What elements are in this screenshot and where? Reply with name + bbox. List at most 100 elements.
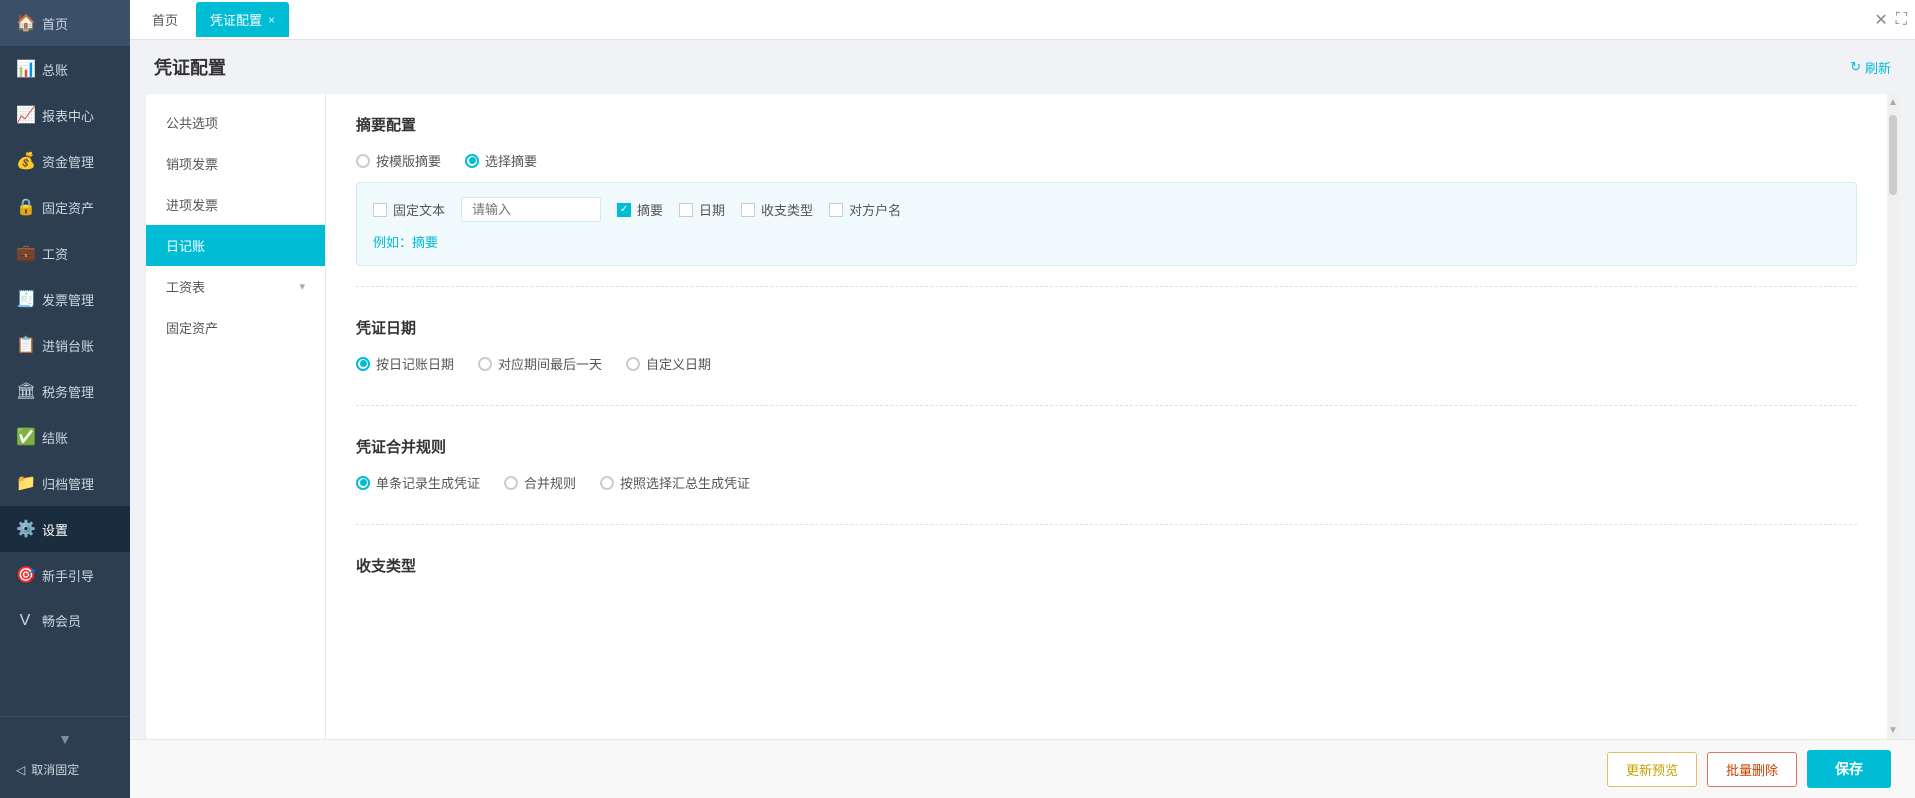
update-preview-button[interactable]: 更新预览 [1607,752,1697,787]
date-label: 日期 [699,200,725,219]
sidebar-icon-vip: V [16,612,34,630]
summary-select-option[interactable]: 选择摘要 [465,151,537,170]
sidebar-item-salary[interactable]: 💼工资 [0,230,130,276]
fixed-text-label: 固定文本 [393,200,445,219]
summary-radio-row: 按模版摘要 选择摘要 [356,151,1857,170]
sidebar-icon-report: 📈 [16,105,34,125]
abstract-checkbox[interactable]: ✓ [617,203,631,217]
single-option[interactable]: 单条记录生成凭证 [356,473,480,492]
single-radio[interactable] [356,476,370,490]
sidebar-item-settings[interactable]: ⚙️设置 [0,506,130,552]
close-window-icon[interactable]: ✕ [1874,10,1887,30]
left-menu-item-salary-table[interactable]: 工资表▾ [146,266,325,307]
scroll-up-btn[interactable]: ▲ [1885,94,1899,111]
sidebar-icon-home: 🏠 [16,13,34,33]
last-day-option[interactable]: 对应期间最后一天 [478,354,602,373]
sidebar-item-sales-ledger[interactable]: 📋 进销台账 [0,322,130,368]
counterpart-option[interactable]: 对方户名 [829,200,901,219]
pay-type-label: 收支类型 [761,200,813,219]
pay-type-checkbox[interactable] [741,203,755,217]
journal-date-label: 按日记账日期 [376,354,454,373]
sidebar-item-tax[interactable]: 🏛 税务管理 [0,368,130,414]
sidebar-item-vip[interactable]: V畅会员 [0,598,130,643]
last-day-radio[interactable] [478,357,492,371]
pay-type-option[interactable]: 收支类型 [741,200,813,219]
left-menu: 公共选项销项发票进项发票日记账工资表▾固定资产 [146,94,326,739]
sidebar-icon-sales-ledger: 📋 [16,335,34,355]
sidebar: 🏠首页 📊 总账 📈 报表中心 💰资金管理🔒固定资产💼工资🧾发票管理 📋 进销台账 🏛 税务管理 ✅… [0,0,130,798]
save-button[interactable]: 保存 [1807,750,1891,788]
sidebar-item-home[interactable]: 🏠首页 [0,0,130,46]
tab-bar: 首页 凭证配置 × ✕ ⛶ [130,0,1915,40]
summary-template-radio[interactable] [356,154,370,168]
batch-delete-button[interactable]: 批量删除 [1707,752,1797,787]
fixed-text-checkbox[interactable] [373,203,387,217]
counterpart-checkbox[interactable] [829,203,843,217]
scroll-down-btn[interactable]: ▼ [1885,722,1899,739]
sidebar-item-guide[interactable]: 🎯新手引导 [0,552,130,598]
sidebar-item-asset[interactable]: 🔒固定资产 [0,184,130,230]
sidebar-label-archive: 归档管理 [42,474,94,493]
sidebar-icon-fund: 💰 [16,151,34,171]
sidebar-icon-tax: 🏛 [16,381,34,401]
summary-template-option[interactable]: 按模版摘要 [356,151,441,170]
scroll-thumb[interactable] [1889,115,1897,195]
summary-select-radio[interactable] [465,154,479,168]
sidebar-pin-button[interactable]: ◁ 取消固定 [0,751,130,788]
custom-date-label: 自定义日期 [646,354,711,373]
merge-rule-option[interactable]: 合并规则 [504,473,576,492]
date-option[interactable]: 日期 [679,200,725,219]
custom-date-option[interactable]: 自定义日期 [626,354,711,373]
sidebar-label-sales-ledger: 进销台账 [42,336,94,355]
fullscreen-icon[interactable]: ⛶ [1896,11,1907,29]
sidebar-label-tax: 税务管理 [42,382,94,401]
custom-date-radio[interactable] [626,357,640,371]
sidebar-label-report: 报表中心 [42,106,94,125]
left-menu-item-fixed-assets[interactable]: 固定资产 [146,307,325,348]
select-merge-radio[interactable] [600,476,614,490]
sidebar-label-ledger: 总账 [42,60,68,79]
scrollbar[interactable]: ▲ ▼ [1887,94,1899,739]
tab-bar-actions: ✕ ⛶ [1874,10,1907,30]
select-merge-option[interactable]: 按照选择汇总生成凭证 [600,473,750,492]
last-day-label: 对应期间最后一天 [498,354,602,373]
date-checkbox[interactable] [679,203,693,217]
tab-close-voucher-config[interactable]: × [268,13,275,27]
sidebar-item-archive[interactable]: 📁归档管理 [0,460,130,506]
sidebar-item-ledger[interactable]: 📊 总账 [0,46,130,92]
right-content: 摘要配置 按模版摘要 选择摘要 固定文本 [326,94,1887,739]
refresh-button[interactable]: ↻ 刷新 [1850,58,1891,77]
sidebar-icon-asset: 🔒 [16,197,34,217]
tab-home[interactable]: 首页 [138,2,192,37]
income-type-section: 收支类型 [356,555,1857,612]
refresh-label: 刷新 [1865,58,1891,77]
merge-rule-radio[interactable] [504,476,518,490]
sidebar-icon-ledger: 📊 [16,59,34,79]
sidebar-item-report[interactable]: 📈 报表中心 [0,92,130,138]
tab-label-voucher-config: 凭证配置 [210,10,262,29]
date-section: 凭证日期 按日记账日期 对应期间最后一天 自定义日期 [356,317,1857,406]
sidebar-scroll-down[interactable]: ▼ [0,727,130,751]
sidebar-icon-invoice-mgmt: 🧾 [16,289,34,309]
journal-date-radio[interactable] [356,357,370,371]
sidebar-item-invoice-mgmt[interactable]: 🧾发票管理 [0,276,130,322]
journal-date-option[interactable]: 按日记账日期 [356,354,454,373]
summary-preview: 例如：摘要 [373,232,1840,251]
fixed-text-input[interactable] [461,197,601,222]
left-menu-item-purchase-invoice[interactable]: 进项发票 [146,184,325,225]
sidebar-icon-salary: 💼 [16,243,34,263]
tab-label-home: 首页 [152,13,178,28]
sidebar-item-settle[interactable]: ✅结账 [0,414,130,460]
main-area: 首页 凭证配置 × ✕ ⛶ 凭证配置 ↻ 刷新 公共选项销项发票进项发票日记账工资表… [130,0,1915,798]
left-menu-item-public[interactable]: 公共选项 [146,102,325,143]
date-radio-row: 按日记账日期 对应期间最后一天 自定义日期 [356,354,1857,373]
bottom-toolbar: 更新预览 批量删除 保存 [130,739,1915,798]
fixed-text-option[interactable]: 固定文本 [373,200,445,219]
left-menu-item-sales-invoice[interactable]: 销项发票 [146,143,325,184]
left-menu-item-journal[interactable]: 日记账 [146,225,325,266]
income-type-title: 收支类型 [356,555,1857,576]
abstract-option[interactable]: ✓ 摘要 [617,200,663,219]
sidebar-item-fund[interactable]: 💰资金管理 [0,138,130,184]
tab-voucher-config[interactable]: 凭证配置 × [196,2,289,37]
chevron-icon: ▾ [299,280,305,293]
